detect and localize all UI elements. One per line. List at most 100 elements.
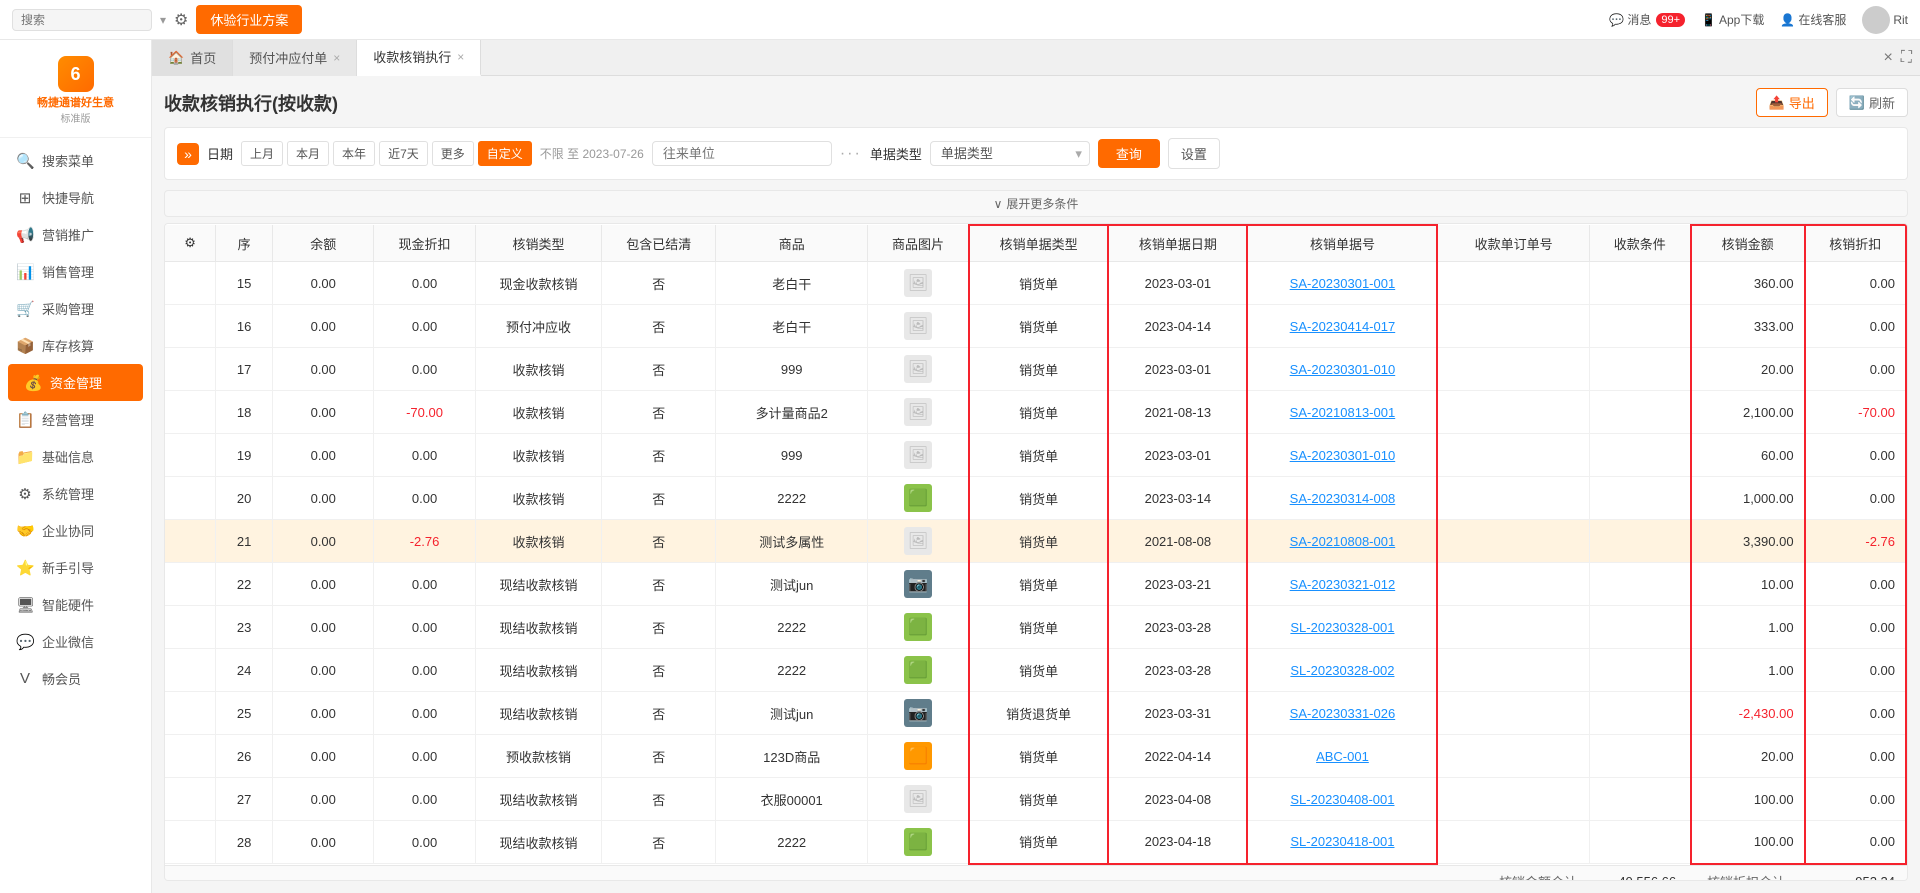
tab-home[interactable]: 🏠 首页 [152, 40, 233, 76]
query-btn[interactable]: 查询 [1098, 139, 1160, 168]
sidebar-item-label: 销售管理 [42, 262, 94, 281]
sidebar-item-wechat[interactable]: 💬 企业微信 [0, 623, 151, 660]
partner-input[interactable] [652, 141, 832, 166]
date-last-month-btn[interactable]: 上月 [241, 141, 283, 166]
sidebar-item-vip[interactable]: V 畅会员 [0, 660, 151, 697]
voucher-type-label: 单据类型 [870, 144, 922, 163]
td-cancel-discount: 0.00 [1805, 735, 1906, 778]
td-receipt-cond [1589, 434, 1690, 477]
date-info: 不限 至 2023-07-26 [540, 145, 644, 162]
refresh-btn[interactable]: 🔄 刷新 [1836, 88, 1908, 117]
td-bill-no[interactable]: SA-20230301-010 [1247, 434, 1437, 477]
tab-close-prepay[interactable]: × [333, 51, 340, 65]
td-bill-date: 2022-04-14 [1108, 735, 1247, 778]
td-receipt-cond [1589, 391, 1690, 434]
td-cancel-type: 现结收款核销 [475, 821, 602, 864]
expand-more-btn[interactable]: ∨ 展开更多条件 [164, 190, 1908, 217]
sidebar-item-guide[interactable]: ⭐ 新手引导 [0, 549, 151, 586]
td-bill-no[interactable]: SA-20210808-001 [1247, 520, 1437, 563]
td-bill-no[interactable]: SA-20210813-001 [1247, 391, 1437, 434]
sidebar-item-basic[interactable]: 📁 基础信息 [0, 438, 151, 475]
td-bill-no[interactable]: SA-20230331-026 [1247, 692, 1437, 735]
td-balance: 0.00 [273, 735, 374, 778]
td-bill-no[interactable]: SA-20230321-012 [1247, 563, 1437, 606]
hardware-icon: 🖥 [16, 596, 34, 614]
sidebar-item-inventory[interactable]: 📦 库存核算 [0, 327, 151, 364]
goods-img: 🟩 [904, 656, 932, 684]
vip-icon: V [16, 670, 34, 687]
service-btn[interactable]: 👤 在线客服 [1780, 11, 1846, 28]
td-receipt-no [1437, 391, 1589, 434]
td-bill-type: 销货单 [969, 563, 1108, 606]
page-actions: 📤 导出 🔄 刷新 [1756, 88, 1908, 117]
td-receipt-cond [1589, 348, 1690, 391]
td-cancel-discount: 0.00 [1805, 262, 1906, 305]
sidebar-item-finance[interactable]: 💰 资金管理 [8, 364, 143, 401]
th-settings[interactable]: ⚙ [165, 225, 216, 262]
date-more-btn[interactable]: 更多 [432, 141, 474, 166]
filter-toggle-btn[interactable]: » [177, 143, 199, 165]
td-include-settled: 否 [602, 735, 716, 778]
finance-icon: 💰 [24, 374, 42, 392]
td-cancel-amount: 1,000.00 [1691, 477, 1805, 520]
td-bill-type: 销货单 [969, 477, 1108, 520]
th-receipt-cond: 收款条件 [1589, 225, 1690, 262]
td-bill-no[interactable]: SL-20230328-001 [1247, 606, 1437, 649]
voucher-type-select[interactable]: 单据类型 [930, 141, 1090, 166]
sidebar-item-purchase[interactable]: 🛒 采购管理 [0, 290, 151, 327]
td-cash-discount: 0.00 [374, 778, 475, 821]
td-bill-no[interactable]: SL-20230328-002 [1247, 649, 1437, 692]
td-bill-no[interactable]: SA-20230301-010 [1247, 348, 1437, 391]
date-this-year-btn[interactable]: 本年 [333, 141, 375, 166]
sidebar-item-system[interactable]: ⚙ 系统管理 [0, 475, 151, 512]
user-btn[interactable]: Rit [1862, 6, 1908, 34]
industry-btn[interactable]: 休验行业方案 [196, 5, 302, 34]
sidebar-item-marketing[interactable]: 📢 营销推广 [0, 216, 151, 253]
sidebar-item-hardware[interactable]: 🖥 智能硬件 [0, 586, 151, 623]
chevron-down-icon[interactable]: ▾ [160, 13, 166, 27]
tab-close-receipts[interactable]: × [457, 50, 464, 64]
td-bill-date: 2023-03-31 [1108, 692, 1247, 735]
sidebar-item-business[interactable]: 📋 经营管理 [0, 401, 151, 438]
th-balance: 余额 [273, 225, 374, 262]
td-cash-discount: 0.00 [374, 348, 475, 391]
sidebar-item-nav[interactable]: ⊞ 快捷导航 [0, 179, 151, 216]
message-btn[interactable]: 💬 消息 99+ [1609, 11, 1685, 28]
td-balance: 0.00 [273, 778, 374, 821]
td-bill-no[interactable]: SA-20230301-001 [1247, 262, 1437, 305]
settings-icon[interactable]: ⚙ [174, 10, 188, 30]
td-receipt-no [1437, 477, 1589, 520]
close-all-tabs-btn[interactable]: × [1883, 49, 1892, 67]
sidebar-item-sales[interactable]: 📊 销售管理 [0, 253, 151, 290]
td-include-settled: 否 [602, 649, 716, 692]
td-bill-no[interactable]: SL-20230408-001 [1247, 778, 1437, 821]
td-receipt-no [1437, 520, 1589, 563]
td-cash-discount: 0.00 [374, 606, 475, 649]
td-bill-no[interactable]: SA-20230314-008 [1247, 477, 1437, 520]
td-receipt-cond [1589, 477, 1690, 520]
export-btn[interactable]: 📤 导出 [1756, 88, 1828, 117]
td-bill-no[interactable]: ABC-001 [1247, 735, 1437, 778]
date-this-month-btn[interactable]: 本月 [287, 141, 329, 166]
marketing-icon: 📢 [16, 226, 34, 244]
date-custom-btn[interactable]: 自定义 [478, 141, 532, 166]
td-cancel-amount: 2,100.00 [1691, 391, 1805, 434]
td-settings [165, 778, 216, 821]
td-cancel-type: 现结收款核销 [475, 778, 602, 821]
app-download-btn[interactable]: 📱 App下载 [1701, 11, 1764, 28]
date-7days-btn[interactable]: 近7天 [379, 141, 428, 166]
maximize-btn[interactable]: ⛶ [1901, 49, 1912, 67]
filter-settings-btn[interactable]: 设置 [1168, 138, 1220, 169]
sidebar-item-search[interactable]: 🔍 搜索菜单 [0, 142, 151, 179]
sidebar-item-label: 经营管理 [42, 410, 94, 429]
td-bill-type: 销货单 [969, 348, 1108, 391]
table-row: 16 0.00 0.00 预付冲应收 否 老白干 🖼 销货单 2023-04-1… [165, 305, 1906, 348]
search-input[interactable] [12, 9, 152, 31]
td-bill-no[interactable]: SA-20230414-017 [1247, 305, 1437, 348]
td-bill-no[interactable]: SL-20230418-001 [1247, 821, 1437, 864]
sidebar-item-collab[interactable]: 🤝 企业协同 [0, 512, 151, 549]
column-settings-icon[interactable]: ⚙ [184, 235, 196, 250]
tab-receipts[interactable]: 收款核销执行 × [357, 40, 481, 76]
main-content: 🏠 首页 预付冲应付单 × 收款核销执行 × × ⛶ 收款核销执行(按收款) [152, 40, 1920, 893]
tab-prepay[interactable]: 预付冲应付单 × [233, 40, 357, 76]
